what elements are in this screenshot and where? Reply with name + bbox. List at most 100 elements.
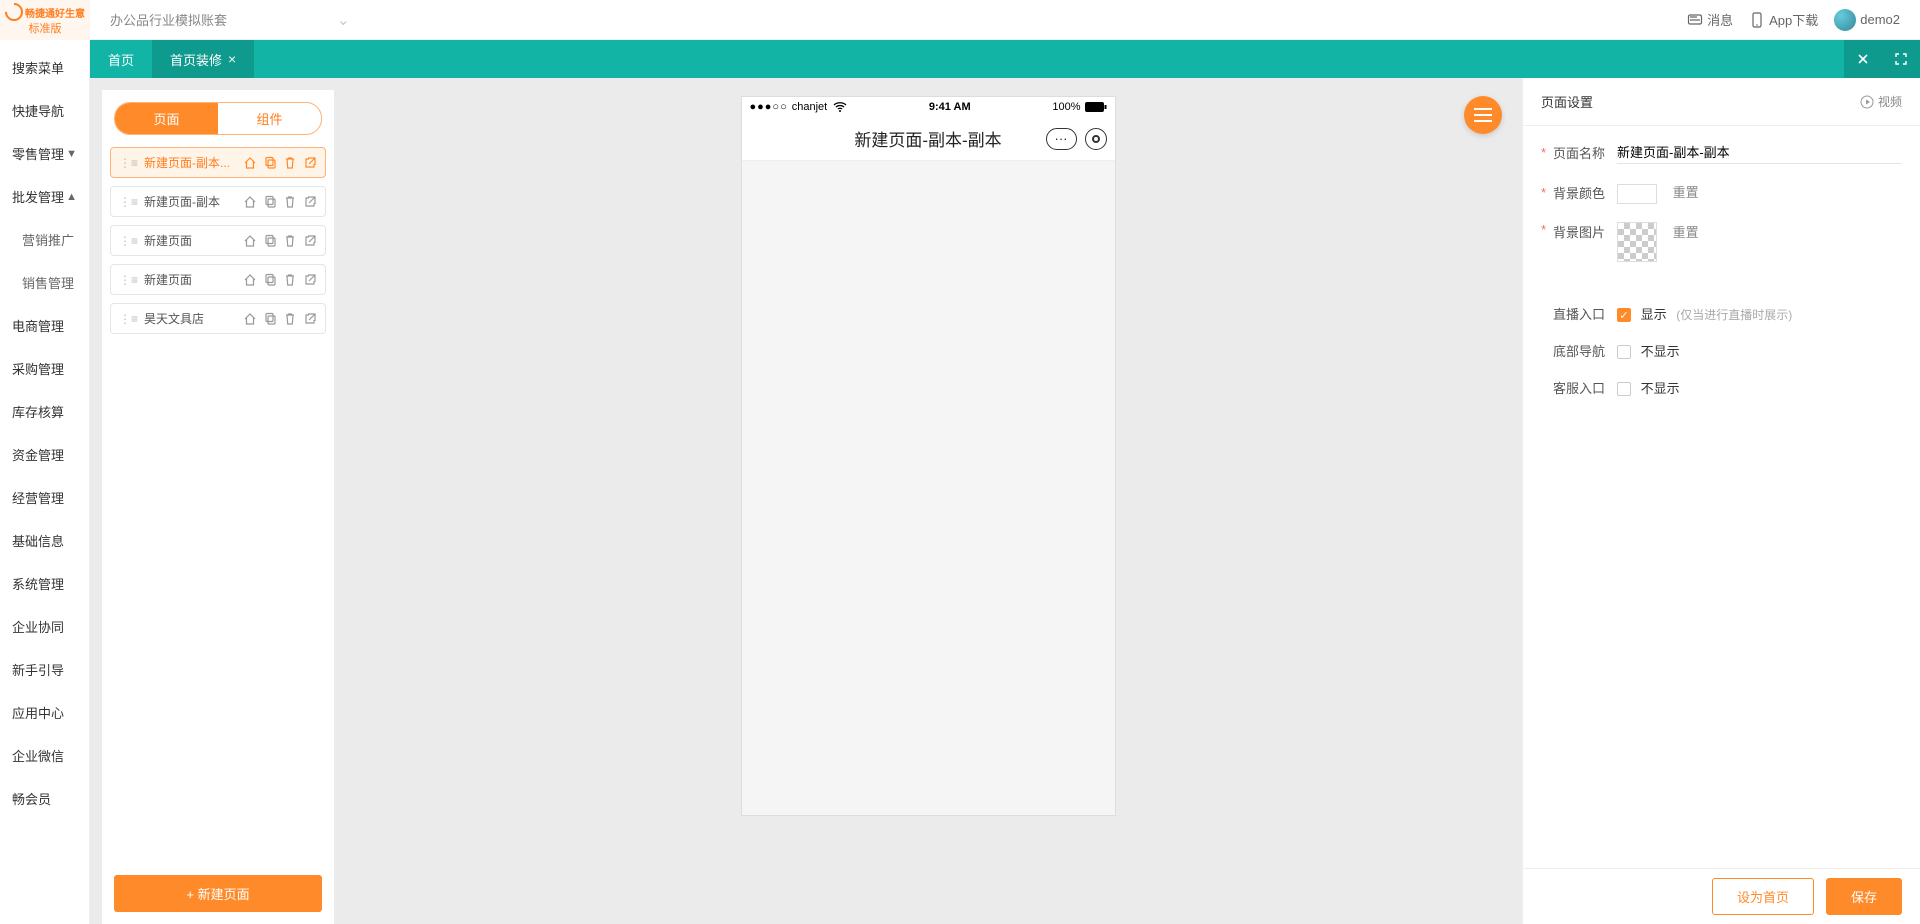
delete-icon[interactable]: [283, 195, 297, 209]
sidenav-item-label: 搜索菜单: [12, 58, 64, 77]
sidenav-item-label: 营销推广: [22, 230, 74, 249]
bg-color-swatch[interactable]: [1617, 184, 1657, 204]
close-all-tabs[interactable]: [1844, 40, 1882, 78]
bottom-nav-checkbox[interactable]: [1617, 345, 1631, 359]
sidenav-item-10[interactable]: 经营管理: [0, 476, 89, 519]
sidenav-item-label: 基础信息: [12, 531, 64, 550]
close-icon[interactable]: ×: [228, 51, 236, 67]
page-item[interactable]: ⋮≡新建页面-副本: [110, 186, 326, 217]
copy-icon[interactable]: [263, 234, 277, 248]
component-drawer-toggle[interactable]: [1464, 96, 1502, 134]
set-as-home-button[interactable]: 设为首页: [1712, 878, 1814, 915]
account-name: 办公品行业模拟账套: [110, 10, 227, 29]
bg-color-reset[interactable]: 重置: [1673, 185, 1699, 200]
miniprogram-menu-icon[interactable]: ···: [1046, 128, 1077, 150]
drag-handle-icon[interactable]: ⋮≡: [119, 156, 138, 170]
delete-icon[interactable]: [283, 273, 297, 287]
page-item-name: 新建页面: [144, 232, 237, 249]
messages-label: 消息: [1707, 10, 1733, 29]
home-icon[interactable]: [243, 273, 257, 287]
delete-icon[interactable]: [283, 156, 297, 170]
page-item[interactable]: ⋮≡新建页面-副本...: [110, 147, 326, 178]
page-name-input[interactable]: [1617, 140, 1902, 164]
sidenav-item-16[interactable]: 企业微信: [0, 734, 89, 777]
bg-image-reset[interactable]: 重置: [1673, 225, 1699, 240]
live-entry-opt-label: 显示: [1641, 307, 1667, 322]
new-page-button[interactable]: + 新建页面: [114, 875, 322, 912]
copy-icon[interactable]: [263, 195, 277, 209]
sidenav-item-label: 企业协同: [12, 617, 64, 636]
sidenav-item-2[interactable]: 零售管理▼: [0, 132, 89, 175]
main-tabs: 首页首页装修 ×: [90, 40, 1920, 78]
external-link-icon[interactable]: [303, 312, 317, 326]
sidenav-item-11[interactable]: 基础信息: [0, 519, 89, 562]
phone-preview: ●●●○○ chanjet 9:41 AM 100%: [741, 96, 1116, 816]
page-item[interactable]: ⋮≡ 新建页面: [110, 225, 326, 256]
app-download-label: App下载: [1769, 10, 1818, 29]
sidenav-item-label: 快捷导航: [12, 101, 64, 120]
sidenav-item-14[interactable]: 新手引导: [0, 648, 89, 691]
app-download-link[interactable]: App下载: [1749, 10, 1818, 29]
video-help-link[interactable]: 视频: [1860, 93, 1902, 110]
service-entry-checkbox[interactable]: [1617, 382, 1631, 396]
external-link-icon[interactable]: [303, 156, 317, 170]
copy-icon[interactable]: [263, 273, 277, 287]
miniprogram-close-icon[interactable]: [1085, 128, 1107, 150]
sidenav-item-label: 零售管理: [12, 144, 64, 163]
copy-icon[interactable]: [263, 312, 277, 326]
copy-icon[interactable]: [263, 156, 277, 170]
messages-link[interactable]: 消息: [1687, 10, 1733, 29]
main-tab-label: 首页装修: [170, 50, 222, 69]
sidenav-item-label: 新手引导: [12, 660, 64, 679]
settings-panel: 页面设置 视频 *页面名称: [1522, 78, 1920, 924]
sidenav-item-13[interactable]: 企业协同: [0, 605, 89, 648]
side-nav: 搜索菜单快捷导航零售管理▼批发管理▲ 营销推广销售管理电商管理采购管理库存核算资金…: [0, 40, 90, 924]
home-icon[interactable]: [243, 195, 257, 209]
drag-handle-icon[interactable]: ⋮≡: [119, 234, 138, 248]
sidenav-item-3[interactable]: 批发管理▲: [0, 175, 89, 218]
sidenav-item-6[interactable]: 电商管理: [0, 304, 89, 347]
live-entry-checkbox[interactable]: ✓: [1617, 308, 1631, 322]
user-menu[interactable]: demo2: [1834, 9, 1900, 31]
sidenav-item-4[interactable]: 营销推广: [0, 218, 89, 261]
canvas: ●●●○○ chanjet 9:41 AM 100%: [334, 78, 1522, 924]
external-link-icon[interactable]: [303, 273, 317, 287]
home-icon[interactable]: [243, 156, 257, 170]
sidenav-item-9[interactable]: 资金管理: [0, 433, 89, 476]
fullscreen-toggle[interactable]: [1882, 40, 1920, 78]
home-icon[interactable]: [243, 234, 257, 248]
page-item[interactable]: ⋮≡昊天文具店: [110, 303, 326, 334]
delete-icon[interactable]: [283, 312, 297, 326]
main-tab[interactable]: 首页: [90, 40, 152, 78]
service-entry-opt-label: 不显示: [1641, 381, 1680, 396]
pagelist-tab-component[interactable]: 组件: [218, 103, 321, 134]
settings-title: 页面设置: [1541, 92, 1593, 111]
drag-handle-icon[interactable]: ⋮≡: [119, 312, 138, 326]
sidenav-item-7[interactable]: 采购管理: [0, 347, 89, 390]
account-selector[interactable]: 办公品行业模拟账套 ⌄: [110, 10, 350, 30]
main-tab[interactable]: 首页装修 ×: [152, 40, 254, 78]
sidenav-item-15[interactable]: 应用中心: [0, 691, 89, 734]
page-item[interactable]: ⋮≡新建页面: [110, 264, 326, 295]
service-entry-label: 客服入口: [1553, 378, 1617, 397]
sidenav-item-8[interactable]: 库存核算: [0, 390, 89, 433]
sidenav-item-1[interactable]: 快捷导航: [0, 89, 89, 132]
bottom-nav-label: 底部导航: [1553, 341, 1617, 360]
brand-logo[interactable]: 畅捷通好生意 标准版: [0, 0, 90, 40]
sidenav-item-label: 经营管理: [12, 488, 64, 507]
save-button[interactable]: 保存: [1826, 878, 1902, 915]
pagelist-tab-page[interactable]: 页面: [115, 103, 218, 134]
external-link-icon[interactable]: [303, 195, 317, 209]
sidenav-item-12[interactable]: 系统管理: [0, 562, 89, 605]
delete-icon[interactable]: [283, 234, 297, 248]
drag-handle-icon[interactable]: ⋮≡: [119, 273, 138, 287]
phone-body[interactable]: [742, 161, 1115, 815]
sidenav-item-5[interactable]: 销售管理: [0, 261, 89, 304]
sidenav-item-17[interactable]: 畅会员: [0, 777, 89, 820]
home-icon[interactable]: [243, 312, 257, 326]
drag-handle-icon[interactable]: ⋮≡: [119, 195, 138, 209]
sidenav-item-0[interactable]: 搜索菜单: [0, 46, 89, 89]
external-link-icon[interactable]: [303, 234, 317, 248]
sidenav-item-label: 系统管理: [12, 574, 64, 593]
bg-image-picker[interactable]: [1617, 222, 1657, 262]
